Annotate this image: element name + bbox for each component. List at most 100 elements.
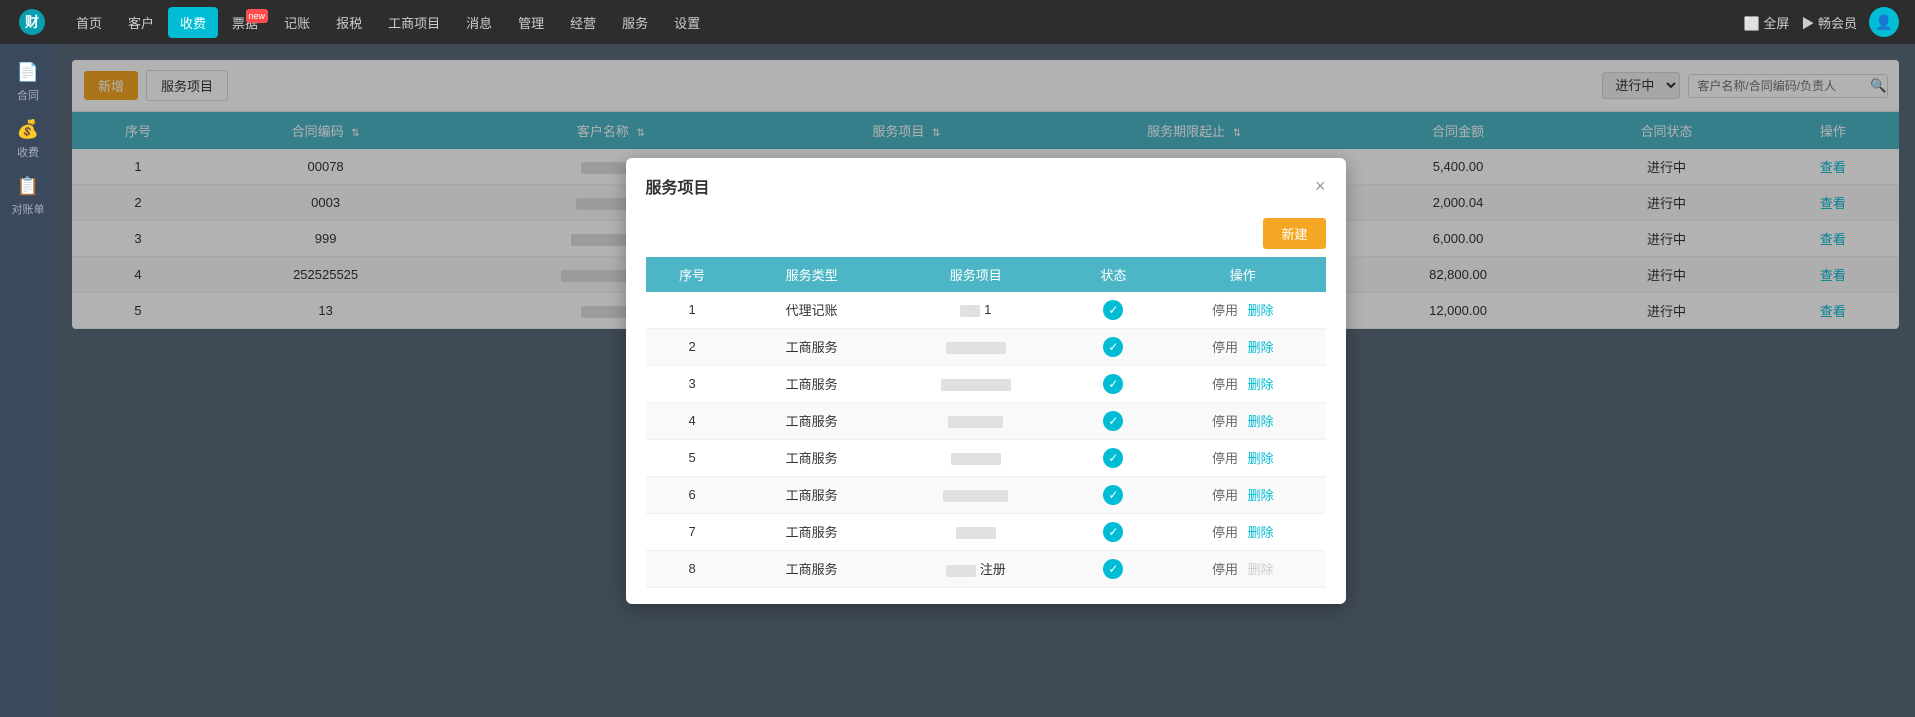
stop-button[interactable]: 停用: [1212, 488, 1238, 503]
dcell-status: ✓: [1067, 292, 1160, 329]
sidebar-item-billing[interactable]: 💰收费: [2, 111, 54, 168]
delete-button[interactable]: 删除: [1248, 377, 1274, 392]
list-item: 2 工商服务 ✓ 停用 删除: [646, 328, 1326, 365]
stop-button[interactable]: 停用: [1212, 451, 1238, 466]
sidebar-item-contract[interactable]: 📄合同: [2, 54, 54, 111]
fullscreen-btn[interactable]: ⬜ 全屏: [1744, 13, 1790, 32]
list-item: 5 工商服务 ✓ 停用 删除: [646, 439, 1326, 476]
dcell-action[interactable]: 停用 删除: [1160, 513, 1325, 550]
status-check-icon: ✓: [1103, 300, 1123, 320]
sidebar-item-statement[interactable]: 📋对账单: [2, 168, 54, 225]
dcell-item: [885, 476, 1067, 513]
nav-item-finance[interactable]: 经营: [558, 7, 608, 38]
dcell-type: 工商服务: [739, 328, 885, 365]
nav-item-tax[interactable]: 报税: [324, 7, 374, 38]
dcell-seq: 3: [646, 365, 739, 402]
status-check-icon: ✓: [1103, 559, 1123, 579]
sidebar-item-label-billing: 收费: [17, 144, 39, 160]
dcell-item: 1: [885, 292, 1067, 329]
dialog-new-button[interactable]: 新建: [1263, 218, 1325, 249]
sidebar: 📄合同💰收费📋对账单: [0, 44, 56, 717]
dcell-item: 注册: [885, 550, 1067, 587]
dcell-item: [885, 328, 1067, 365]
dcell-action[interactable]: 停用 删除: [1160, 476, 1325, 513]
stop-button[interactable]: 停用: [1212, 562, 1238, 577]
status-check-icon: ✓: [1103, 448, 1123, 468]
dcell-action[interactable]: 停用 删除: [1160, 365, 1325, 402]
stop-button[interactable]: 停用: [1212, 377, 1238, 392]
dcell-status: ✓: [1067, 550, 1160, 587]
nav-item-message[interactable]: 消息: [454, 7, 504, 38]
service-items-dialog: 服务项目 × 新建 序号 服务类型 服务项目 状态 操作 1: [626, 158, 1346, 604]
dcell-seq: 7: [646, 513, 739, 550]
dcell-status: ✓: [1067, 513, 1160, 550]
status-check-icon: ✓: [1103, 522, 1123, 542]
status-check-icon: ✓: [1103, 411, 1123, 431]
dialog-close-button[interactable]: ×: [1315, 177, 1326, 195]
nav-item-settings[interactable]: 设置: [662, 7, 712, 38]
stop-button[interactable]: 停用: [1212, 525, 1238, 540]
delete-button[interactable]: 删除: [1248, 451, 1274, 466]
dcol-seq: 序号: [646, 257, 739, 292]
dcell-type: 工商服务: [739, 476, 885, 513]
delete-button[interactable]: 删除: [1248, 488, 1274, 503]
nav-item-business[interactable]: 工商项目: [376, 7, 452, 38]
nav-item-manage[interactable]: 管理: [506, 7, 556, 38]
service-items-table: 序号 服务类型 服务项目 状态 操作 1 代理记账 1 ✓ 停用 删除: [646, 257, 1326, 588]
dcell-type: 代理记账: [739, 292, 885, 329]
list-item: 7 工商服务 ✓ 停用 删除: [646, 513, 1326, 550]
nav-item-service[interactable]: 服务: [610, 7, 660, 38]
stop-button[interactable]: 停用: [1212, 414, 1238, 429]
dcol-item: 服务项目: [885, 257, 1067, 292]
dcell-status: ✓: [1067, 328, 1160, 365]
nav-item-invoice[interactable]: 票据new: [220, 7, 270, 38]
list-item: 1 代理记账 1 ✓ 停用 删除: [646, 292, 1326, 329]
avatar[interactable]: 👤: [1869, 7, 1899, 37]
dcell-type: 工商服务: [739, 365, 885, 402]
stop-button[interactable]: 停用: [1212, 340, 1238, 355]
status-check-icon: ✓: [1103, 374, 1123, 394]
dcell-action[interactable]: 停用 删除: [1160, 328, 1325, 365]
sidebar-item-label-contract: 合同: [17, 87, 39, 103]
delete-button[interactable]: 删除: [1248, 562, 1274, 577]
status-check-icon: ✓: [1103, 337, 1123, 357]
dialog-toolbar: 新建: [626, 210, 1346, 257]
delete-button[interactable]: 删除: [1248, 303, 1274, 318]
dialog-header: 服务项目 ×: [626, 158, 1346, 210]
dcell-status: ✓: [1067, 402, 1160, 439]
delete-button[interactable]: 删除: [1248, 340, 1274, 355]
svg-text:财: 财: [24, 14, 39, 30]
dcell-action[interactable]: 停用 删除: [1160, 292, 1325, 329]
list-item: 8 工商服务 注册 ✓ 停用 删除: [646, 550, 1326, 587]
member-btn[interactable]: ▶ 畅会员: [1801, 13, 1857, 32]
dialog-table-body: 1 代理记账 1 ✓ 停用 删除 2 工商服务 ✓ 停用 删除 3 工商服务: [646, 292, 1326, 588]
app-logo: 财: [16, 6, 48, 38]
nav-item-home[interactable]: 首页: [64, 7, 114, 38]
dcell-action[interactable]: 停用 删除: [1160, 439, 1325, 476]
dcell-type: 工商服务: [739, 513, 885, 550]
top-navigation: 财 首页客户收费票据new记账报税工商项目消息管理经营服务设置 ⬜ 全屏 ▶ 畅…: [0, 0, 1915, 44]
dcell-item: [885, 513, 1067, 550]
dcol-type: 服务类型: [739, 257, 885, 292]
dcell-seq: 4: [646, 402, 739, 439]
stop-button[interactable]: 停用: [1212, 303, 1238, 318]
dcell-status: ✓: [1067, 439, 1160, 476]
dcell-type: 工商服务: [739, 402, 885, 439]
dcell-status: ✓: [1067, 365, 1160, 402]
modal-overlay: 服务项目 × 新建 序号 服务类型 服务项目 状态 操作 1: [56, 44, 1915, 717]
dcell-seq: 5: [646, 439, 739, 476]
nav-item-billing[interactable]: 收费: [168, 7, 218, 38]
dialog-body[interactable]: 序号 服务类型 服务项目 状态 操作 1 代理记账 1 ✓ 停用 删除: [626, 257, 1346, 604]
delete-button[interactable]: 删除: [1248, 525, 1274, 540]
dcell-seq: 2: [646, 328, 739, 365]
dcell-action[interactable]: 停用 删除: [1160, 550, 1325, 587]
dcell-seq: 8: [646, 550, 739, 587]
dcell-action[interactable]: 停用 删除: [1160, 402, 1325, 439]
nav-item-customer[interactable]: 客户: [116, 7, 166, 38]
top-nav-right: ⬜ 全屏 ▶ 畅会员 👤: [1744, 7, 1899, 37]
sidebar-item-label-statement: 对账单: [12, 201, 45, 217]
list-item: 4 工商服务 ✓ 停用 删除: [646, 402, 1326, 439]
delete-button[interactable]: 删除: [1248, 414, 1274, 429]
nav-item-accounts[interactable]: 记账: [272, 7, 322, 38]
status-check-icon: ✓: [1103, 485, 1123, 505]
